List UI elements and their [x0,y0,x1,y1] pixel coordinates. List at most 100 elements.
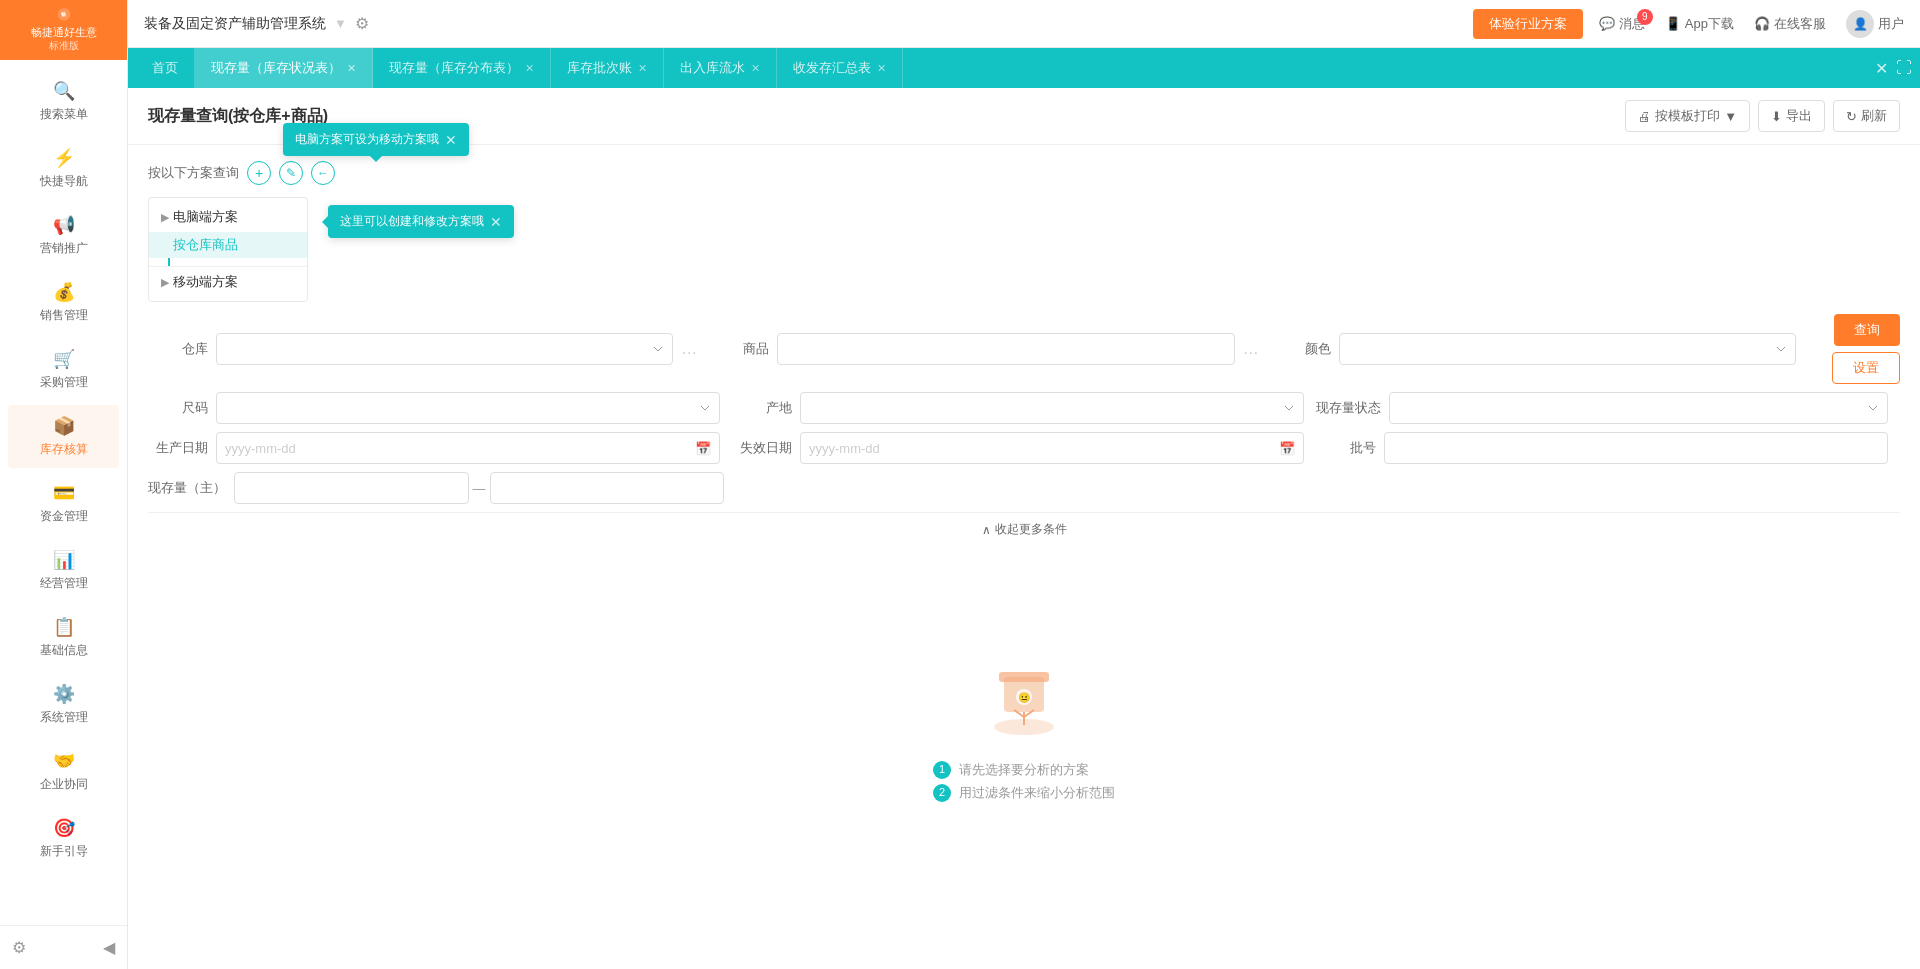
export-button[interactable]: ⬇ 导出 [1758,100,1825,132]
tab-inventory-dist[interactable]: 现存量（库存分布表） ✕ [373,48,551,88]
empty-tip-2: 2 用过滤条件来缩小分析范围 [933,781,1115,804]
tab-fullscreen-btn[interactable]: ⛶ [1896,59,1912,77]
size-select[interactable] [216,392,720,424]
calendar-icon2: 📅 [1279,441,1295,456]
color-select[interactable] [1339,333,1796,365]
sidebar-item-marketing[interactable]: 📢 营销推广 [8,204,119,267]
purchase-nav-icon: 🛒 [53,348,75,370]
svg-text:畅: 畅 [61,11,66,17]
edit-tooltip: 这里可以创建和修改方案哦 ✕ [328,205,514,238]
tab-close-batch[interactable]: ✕ [638,62,647,75]
basic-nav-icon: 📋 [53,616,75,638]
service-icon: 🎧 [1754,16,1770,31]
app-name: 畅捷通好生意 标准版 [31,25,97,52]
empty-state: 😐 1 请先选择要分析的方案 2 用过滤条件来缩小分析范围 [128,562,1920,885]
goods-more-icon[interactable]: … [1243,340,1259,358]
top-header-right: 体验行业方案 💬 消息 9 📱 App下载 🎧 在线客服 👤 用户 [1473,9,1904,39]
production-date-label: 生产日期 [148,439,208,457]
prev-scheme-btn[interactable]: ← [311,161,335,185]
scheme-tooltip: 电脑方案可设为移动方案哦 ✕ [283,123,469,156]
stock-status-select[interactable] [1389,392,1888,424]
industry-plan-button[interactable]: 体验行业方案 [1473,9,1583,39]
scheme-desktop-item[interactable]: ▶ 电脑端方案 [149,202,307,232]
sidebar-nav: 🔍 搜索菜单 ⚡ 快捷导航 📢 营销推广 💰 销售管理 🛒 采购管理 📦 库存核… [0,60,127,925]
tab-close-all-btn[interactable]: ✕ [1875,59,1888,78]
scheme-area: ▶ 电脑端方案 按仓库商品 ▶ 移动端方案 [148,197,1900,302]
sidebar-item-sales[interactable]: 💰 销售管理 [8,271,119,334]
sidebar-item-search[interactable]: 🔍 搜索菜单 [8,70,119,133]
production-date-input[interactable]: yyyy-mm-dd 📅 [216,432,720,464]
sidebar-item-coop[interactable]: 🤝 企业协同 [8,740,119,803]
set-button[interactable]: 设置 [1832,352,1900,384]
stock-main-range: — [234,472,724,504]
origin-field: 产地 [732,392,1304,424]
scheme-desktop-sub-item[interactable]: 按仓库商品 [149,232,307,258]
tab-close-inventory-dist[interactable]: ✕ [525,62,534,75]
tooltip2-close[interactable]: ✕ [490,214,502,230]
tip-num-1: 1 [933,761,951,779]
tab-close-inventory-status[interactable]: ✕ [347,62,356,75]
filter-actions: 查询 设置 [1832,314,1900,384]
batch-input[interactable] [1384,432,1888,464]
svg-rect-4 [999,672,1049,682]
tab-bar-right: ✕ ⛶ [1875,59,1912,78]
tab-summary[interactable]: 收发存汇总表 ✕ [777,48,903,88]
phone-icon: 📱 [1665,16,1681,31]
settings-icon[interactable]: ⚙ [355,14,369,33]
app-download-item[interactable]: 📱 App下载 [1665,15,1734,33]
page-content: 现存量查询(按仓库+商品) 🖨 按模板打印 ▼ ⬇ 导出 ↻ 刷新 [128,88,1920,969]
settings-bottom-btn[interactable]: ⚙ [12,938,26,957]
warehouse-more-icon[interactable]: … [681,340,697,358]
filter-row-3: 生产日期 yyyy-mm-dd 📅 失效日期 yyyy-mm-dd 📅 [148,432,1900,464]
scheme-mobile-item[interactable]: ▶ 移动端方案 [149,266,307,297]
stock-main-max[interactable] [490,472,725,504]
goods-input[interactable] [777,333,1234,365]
empty-tip-1: 1 请先选择要分析的方案 [933,758,1115,781]
finance-nav-icon: 💳 [53,482,75,504]
system-title: 装备及固定资产辅助管理系统 [144,15,326,33]
logo-icon: 畅 [46,8,82,21]
sidebar-item-purchase[interactable]: 🛒 采购管理 [8,338,119,401]
top-header-left: 装备及固定资产辅助管理系统 ▼ ⚙ [144,14,369,33]
origin-select[interactable] [800,392,1304,424]
add-scheme-btn[interactable]: + [247,161,271,185]
message-icon-item[interactable]: 💬 消息 9 [1599,15,1645,33]
app-logo: 畅 畅捷通好生意 标准版 [0,0,127,60]
sidebar-item-basic[interactable]: 📋 基础信息 [8,606,119,669]
collapse-sidebar-btn[interactable]: ◀ [103,938,115,957]
sidebar-item-system[interactable]: ⚙️ 系统管理 [8,673,119,736]
expiry-date-input[interactable]: yyyy-mm-dd 📅 [800,432,1304,464]
sidebar-item-quick[interactable]: ⚡ 快捷导航 [8,137,119,200]
sidebar-item-inventory[interactable]: 📦 库存核算 [8,405,119,468]
empty-tips: 1 请先选择要分析的方案 2 用过滤条件来缩小分析范围 [933,758,1115,805]
tooltip1-close[interactable]: ✕ [445,132,457,148]
tab-inout[interactable]: 出入库流水 ✕ [664,48,777,88]
user-item[interactable]: 👤 用户 [1846,10,1904,38]
sidebar-item-guide[interactable]: 🎯 新手引导 [8,807,119,870]
edit-scheme-btn[interactable]: ✎ [279,161,303,185]
refresh-button[interactable]: ↻ 刷新 [1833,100,1900,132]
query-button[interactable]: 查询 [1834,314,1900,346]
expiry-date-label: 失效日期 [732,439,792,457]
collapse-bar[interactable]: ∧ 收起更多条件 [148,512,1900,546]
sidebar-item-operation[interactable]: 📊 经营管理 [8,539,119,602]
guide-nav-icon: 🎯 [53,817,75,839]
tab-close-inout[interactable]: ✕ [751,62,760,75]
tab-home[interactable]: 首页 [136,48,195,88]
warehouse-label: 仓库 [148,340,208,358]
sidebar-item-finance[interactable]: 💳 资金管理 [8,472,119,535]
stock-main-min[interactable] [234,472,469,504]
quick-nav-icon: ⚡ [53,147,75,169]
page-header-actions: 🖨 按模板打印 ▼ ⬇ 导出 ↻ 刷新 [1625,100,1900,132]
connector [149,258,307,266]
tab-bar: 首页 现存量（库存状况表） ✕ 现存量（库存分布表） ✕ 库存批次账 ✕ 出入库… [128,48,1920,88]
print-button[interactable]: 🖨 按模板打印 ▼ [1625,100,1750,132]
system-title-dropdown[interactable]: ▼ [334,16,347,31]
tab-close-summary[interactable]: ✕ [877,62,886,75]
tab-inventory-status[interactable]: 现存量（库存状况表） ✕ [195,48,373,88]
header-icons: 💬 消息 9 📱 App下载 🎧 在线客服 👤 用户 [1599,10,1904,38]
expand-icon: ▶ [161,211,169,224]
warehouse-select[interactable] [216,333,673,365]
online-service-item[interactable]: 🎧 在线客服 [1754,15,1826,33]
tab-batch[interactable]: 库存批次账 ✕ [551,48,664,88]
